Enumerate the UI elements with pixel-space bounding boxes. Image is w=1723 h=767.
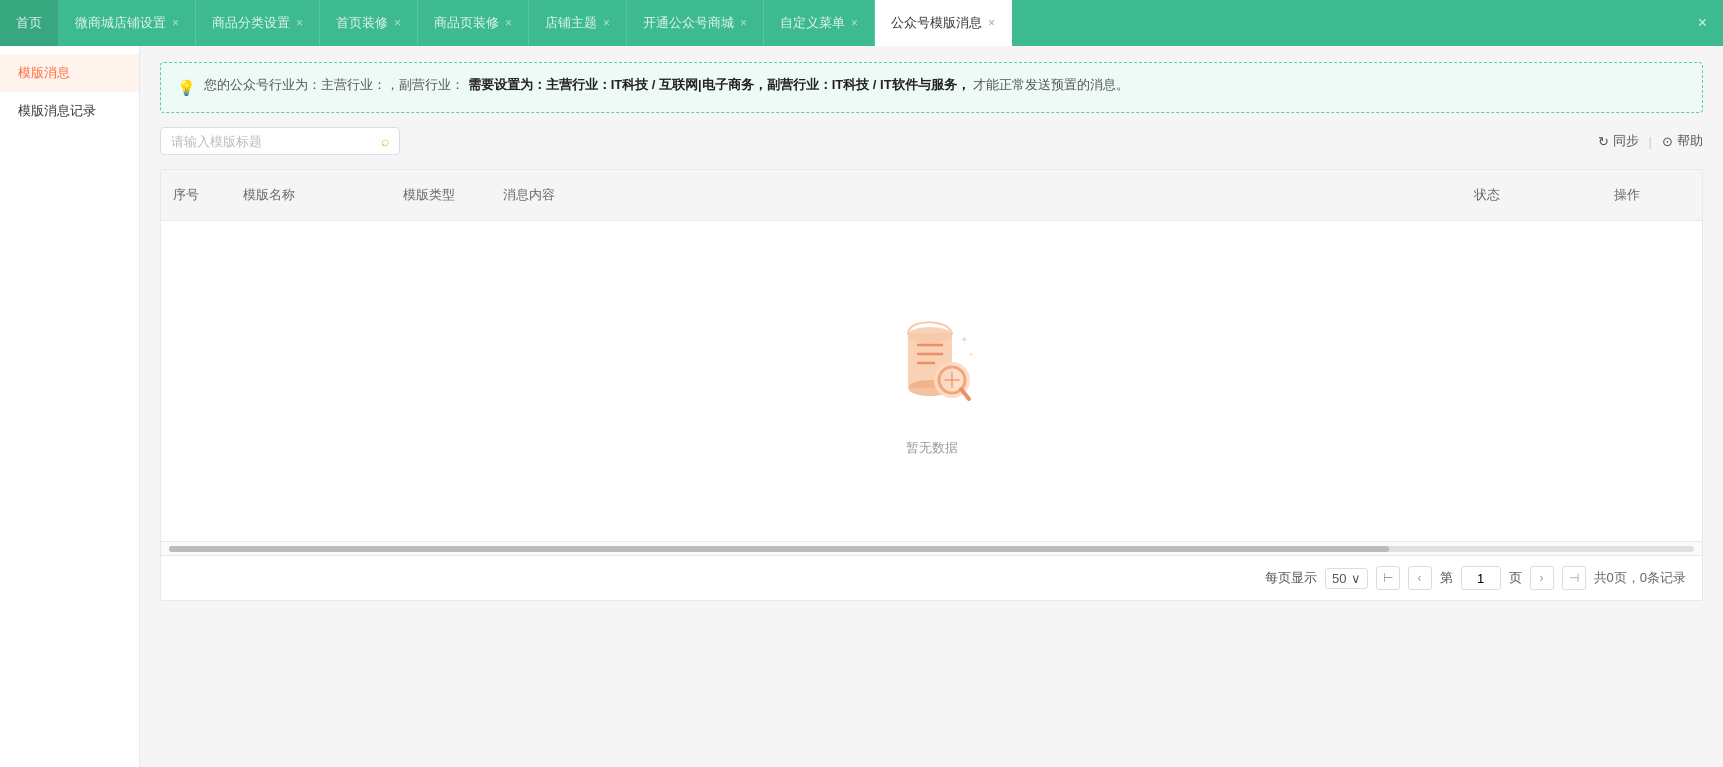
close-tab-open-mall[interactable]: × bbox=[740, 16, 747, 30]
empty-illustration: ✦ ✦ bbox=[872, 305, 992, 425]
svg-text:✦: ✦ bbox=[968, 351, 974, 358]
empty-state: ✦ ✦ 暂无数据 bbox=[872, 305, 992, 457]
tab-bar-close-all[interactable]: × bbox=[1682, 14, 1723, 32]
sidebar-item-template-msg-record-label: 模版消息记录 bbox=[18, 103, 96, 118]
notice-text: 您的公众号行业为：主营行业：，副营行业： 需要设置为：主营行业：IT科技 / 互… bbox=[204, 75, 1129, 96]
first-page-button[interactable]: ⊢ bbox=[1376, 566, 1400, 590]
page-number-input[interactable] bbox=[1461, 566, 1501, 590]
tab-shop-settings-label: 微商城店铺设置 bbox=[75, 14, 166, 32]
notice-banner: 💡 您的公众号行业为：主营行业：，副营行业： 需要设置为：主营行业：IT科技 /… bbox=[160, 62, 1703, 113]
bulb-icon: 💡 bbox=[177, 76, 196, 100]
close-tab-homepage-decor[interactable]: × bbox=[394, 16, 401, 30]
tab-homepage-decor-label: 首页装修 bbox=[336, 14, 388, 32]
scrollbar-track bbox=[169, 546, 1694, 552]
tab-open-mall-label: 开通公众号商城 bbox=[643, 14, 734, 32]
svg-text:✦: ✦ bbox=[960, 334, 968, 345]
next-page-button[interactable]: › bbox=[1530, 566, 1554, 590]
sidebar-item-template-msg[interactable]: 模版消息 bbox=[0, 54, 139, 92]
close-tab-shop-theme[interactable]: × bbox=[603, 16, 610, 30]
prev-page-button[interactable]: ‹ bbox=[1408, 566, 1432, 590]
tab-template-msg-label: 公众号模版消息 bbox=[891, 14, 982, 32]
search-icon[interactable]: ⌕ bbox=[381, 133, 389, 149]
page-total: 共0页，0条记录 bbox=[1594, 569, 1686, 587]
main-content: 💡 您的公众号行业为：主营行业：，副营行业： 需要设置为：主营行业：IT科技 /… bbox=[140, 46, 1723, 767]
tab-category-settings[interactable]: 商品分类设置 × bbox=[196, 0, 320, 46]
table-header: 序号 模版名称 模版类型 消息内容 状态 操作 bbox=[161, 170, 1702, 221]
close-tab-shop-settings[interactable]: × bbox=[172, 16, 179, 30]
notice-prefix: 您的公众号行业为：主营行业：，副营行业： bbox=[204, 77, 464, 92]
tab-homepage-decor[interactable]: 首页装修 × bbox=[320, 0, 418, 46]
tab-template-msg[interactable]: 公众号模版消息 × bbox=[875, 0, 1012, 46]
tab-product-decor[interactable]: 商品页装修 × bbox=[418, 0, 529, 46]
col-header-index: 序号 bbox=[161, 180, 231, 210]
col-header-name: 模版名称 bbox=[231, 180, 391, 210]
chevron-down-icon: ∨ bbox=[1351, 571, 1361, 586]
tab-home-label: 首页 bbox=[16, 14, 42, 32]
notice-suffix: 才能正常发送预置的消息。 bbox=[973, 77, 1129, 92]
search-input[interactable] bbox=[171, 134, 375, 149]
tab-shop-theme[interactable]: 店铺主题 × bbox=[529, 0, 627, 46]
tab-open-mall[interactable]: 开通公众号商城 × bbox=[627, 0, 764, 46]
col-header-type: 模版类型 bbox=[391, 180, 491, 210]
sync-label: 同步 bbox=[1613, 132, 1639, 150]
page-size-label: 每页显示 bbox=[1265, 569, 1317, 587]
tab-shop-theme-label: 店铺主题 bbox=[545, 14, 597, 32]
search-bar: ⌕ ↻ 同步 | ⊙ 帮助 bbox=[160, 127, 1703, 155]
tab-bar: 首页 微商城店铺设置 × 商品分类设置 × 首页装修 × 商品页装修 × 店铺主… bbox=[0, 0, 1723, 46]
col-header-status: 状态 bbox=[1462, 180, 1602, 210]
sync-button[interactable]: ↻ 同步 bbox=[1598, 132, 1639, 150]
close-tab-product-decor[interactable]: × bbox=[505, 16, 512, 30]
sidebar-item-template-msg-record[interactable]: 模版消息记录 bbox=[0, 92, 139, 130]
table-body: ✦ ✦ 暂无数据 bbox=[161, 221, 1702, 541]
close-tab-custom-menu[interactable]: × bbox=[851, 16, 858, 30]
toolbar-divider: | bbox=[1649, 134, 1652, 149]
tab-shop-settings[interactable]: 微商城店铺设置 × bbox=[59, 0, 196, 46]
tab-home[interactable]: 首页 bbox=[0, 0, 59, 46]
scrollbar-thumb bbox=[169, 546, 1389, 552]
close-tab-category[interactable]: × bbox=[296, 16, 303, 30]
col-header-content: 消息内容 bbox=[491, 180, 1462, 210]
page-label: 第 bbox=[1440, 569, 1453, 587]
toolbar-right: ↻ 同步 | ⊙ 帮助 bbox=[1598, 132, 1703, 150]
tab-product-decor-label: 商品页装修 bbox=[434, 14, 499, 32]
help-icon: ⊙ bbox=[1662, 134, 1673, 149]
data-table: 序号 模版名称 模版类型 消息内容 状态 操作 bbox=[160, 169, 1703, 601]
sidebar: 模版消息 模版消息记录 bbox=[0, 46, 140, 767]
help-label: 帮助 bbox=[1677, 132, 1703, 150]
sidebar-item-template-msg-label: 模版消息 bbox=[18, 65, 70, 80]
search-input-wrap: ⌕ bbox=[160, 127, 400, 155]
col-header-actions: 操作 bbox=[1602, 180, 1702, 210]
pagination: 每页显示 50 ∨ ⊢ ‹ 第 页 › ⊣ 共0页，0条记录 bbox=[161, 555, 1702, 600]
horizontal-scrollbar[interactable] bbox=[161, 541, 1702, 555]
main-layout: 模版消息 模版消息记录 💡 您的公众号行业为：主营行业：，副营行业： 需要设置为… bbox=[0, 46, 1723, 767]
page-size-value: 50 bbox=[1332, 571, 1346, 586]
last-page-button[interactable]: ⊣ bbox=[1562, 566, 1586, 590]
tab-custom-menu[interactable]: 自定义菜单 × bbox=[764, 0, 875, 46]
sync-icon: ↻ bbox=[1598, 134, 1609, 149]
empty-text: 暂无数据 bbox=[906, 439, 958, 457]
page-size-select[interactable]: 50 ∨ bbox=[1325, 568, 1367, 589]
tab-custom-menu-label: 自定义菜单 bbox=[780, 14, 845, 32]
help-button[interactable]: ⊙ 帮助 bbox=[1662, 132, 1703, 150]
close-tab-template-msg[interactable]: × bbox=[988, 16, 995, 30]
notice-highlight: 需要设置为：主营行业：IT科技 / 互联网|电子商务，副营行业：IT科技 / I… bbox=[468, 77, 970, 92]
tab-category-settings-label: 商品分类设置 bbox=[212, 14, 290, 32]
page-unit: 页 bbox=[1509, 569, 1522, 587]
